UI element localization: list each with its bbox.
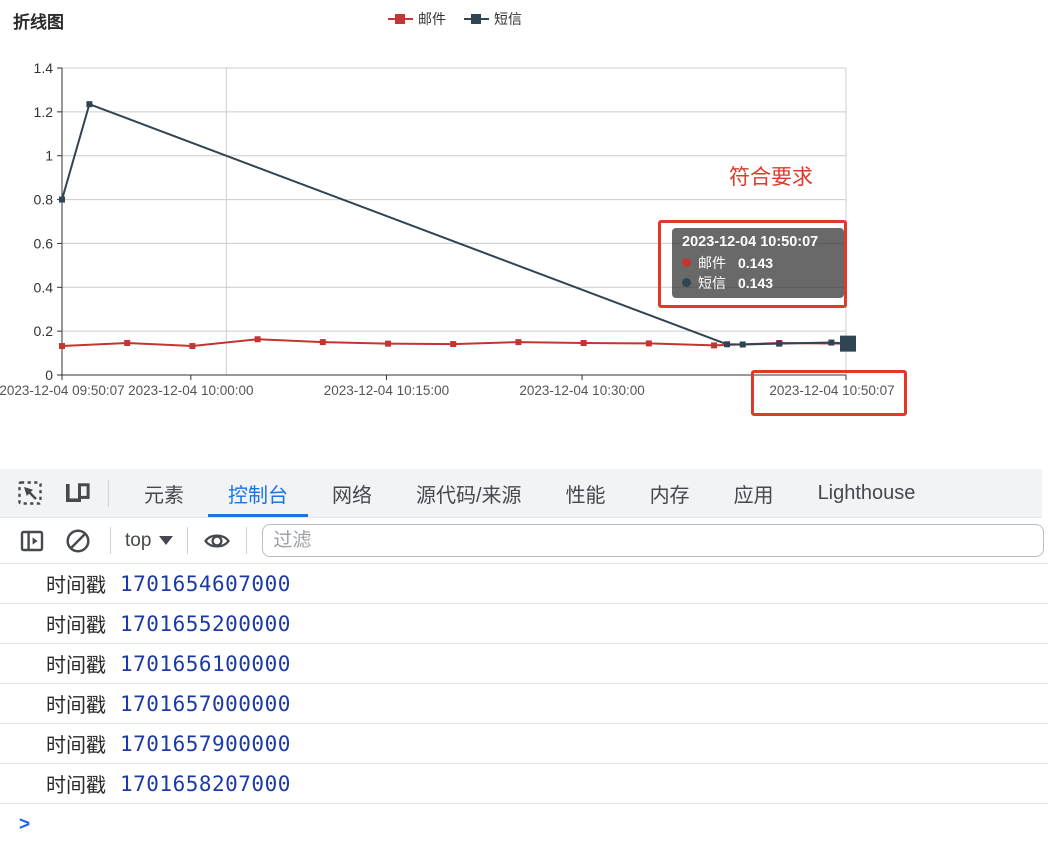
console-log-label: 时间戳 — [46, 693, 106, 717]
toolbar-separator — [246, 527, 248, 554]
line-chart-svg[interactable]: 00.20.40.60.811.21.42023-12-04 09:50:07 2… — [0, 0, 1048, 430]
console-sidebar-icon[interactable] — [18, 527, 46, 555]
toolbar-separator — [187, 527, 189, 554]
toolbar-separator — [108, 479, 109, 507]
devtools-tabs: 元素 控制台 网络 源代码/来源 性能 内存 应用 Lighthouse — [122, 469, 937, 517]
y-axis-label: 1 — [45, 148, 53, 164]
console-message-row: 时间戳 1701657000000 — [0, 684, 1048, 724]
console-log-label: 时间戳 — [46, 733, 106, 757]
data-point-短信 — [739, 341, 746, 348]
console-message-row: 时间戳 1701654607000 — [0, 564, 1048, 604]
data-point-邮件 — [711, 342, 718, 349]
data-point-邮件 — [450, 341, 457, 348]
tab-performance[interactable]: 性能 — [544, 469, 628, 517]
console-log-timestamp-value: 1701655200000 — [120, 611, 291, 636]
filter-input[interactable] — [262, 524, 1044, 557]
console-message-row: 时间戳 1701656100000 — [0, 644, 1048, 684]
context-dropdown[interactable]: top — [125, 530, 151, 552]
highlight-box-xlabel — [751, 370, 907, 416]
data-point-邮件 — [319, 339, 326, 346]
console-log-timestamp-value: 1701657000000 — [120, 691, 291, 716]
highlight-box-tooltip — [658, 220, 847, 308]
data-point-邮件 — [645, 340, 652, 347]
data-point-短信 — [59, 196, 65, 203]
data-point-短信 — [828, 339, 835, 346]
data-point-邮件 — [254, 336, 261, 343]
console-log-label: 时间戳 — [46, 653, 106, 677]
data-point-短信 — [776, 340, 783, 347]
console-message-row: 时间戳 1701655200000 — [0, 604, 1048, 644]
x-axis-label: 2023-12-04 10:00:00 — [128, 383, 253, 398]
devtools-tabbar: 元素 控制台 网络 源代码/来源 性能 内存 应用 Lighthouse — [0, 469, 1042, 518]
device-toolbar-icon[interactable] — [62, 480, 92, 507]
chevron-down-icon[interactable] — [159, 536, 174, 545]
tab-application[interactable]: 应用 — [712, 469, 796, 517]
console-log-label: 时间戳 — [46, 773, 106, 797]
console-message-row: 时间戳 1701658207000 — [0, 764, 1048, 804]
data-point-邮件 — [580, 339, 587, 346]
console-messages: 时间戳 1701654607000 时间戳 1701655200000 时间戳 17016… — [0, 564, 1048, 804]
tab-network[interactable]: 网络 — [310, 469, 394, 517]
y-axis-label: 1.2 — [34, 104, 54, 120]
console-prompt-chevron-icon[interactable]: > — [19, 814, 1048, 836]
x-axis-label: 2023-12-04 10:15:00 — [324, 383, 449, 398]
console-toolbar: top — [0, 518, 1048, 564]
console-message-row: 时间戳 1701657900000 — [0, 724, 1048, 764]
tab-elements[interactable]: 元素 — [122, 469, 206, 517]
y-axis-label: 0.4 — [34, 279, 54, 295]
console-log-label: 时间戳 — [46, 613, 106, 637]
y-axis-label: 1.4 — [34, 60, 54, 76]
console-log-timestamp-value: 1701654607000 — [120, 571, 291, 596]
emphasis-point-短信 — [840, 335, 856, 352]
console-log-label: 时间戳 — [46, 573, 106, 597]
inspect-icon[interactable] — [16, 479, 44, 507]
annotation-text: 符合要求 — [729, 166, 813, 189]
data-point-短信 — [724, 341, 731, 348]
data-point-短信 — [86, 101, 93, 108]
tab-memory[interactable]: 内存 — [628, 469, 712, 517]
console-log-timestamp-value: 1701656100000 — [120, 651, 291, 676]
data-point-邮件 — [59, 343, 65, 350]
tab-sources[interactable]: 源代码/来源 — [394, 469, 544, 517]
x-axis-label: 2023-12-04 10:30:00 — [519, 383, 644, 398]
data-point-邮件 — [385, 340, 392, 347]
y-axis-label: 0.6 — [34, 235, 54, 251]
tab-lighthouse[interactable]: Lighthouse — [796, 469, 938, 517]
y-axis-label: 0.2 — [34, 323, 54, 339]
toolbar-separator — [110, 527, 111, 554]
console-log-timestamp-value: 1701658207000 — [120, 771, 291, 796]
console-log-timestamp-value: 1701657900000 — [120, 731, 291, 756]
data-point-邮件 — [189, 343, 196, 350]
data-point-邮件 — [515, 339, 522, 346]
y-axis-label: 0 — [45, 367, 53, 383]
clear-console-icon[interactable] — [64, 527, 92, 555]
devtools-panel: 元素 控制台 网络 源代码/来源 性能 内存 应用 Lighthouse top — [0, 469, 1048, 855]
tab-console[interactable]: 控制台 — [206, 469, 310, 517]
y-axis-label: 0.8 — [34, 192, 54, 208]
x-axis-label: 2023-12-04 09:50:07 — [0, 383, 125, 398]
live-expression-eye-icon[interactable] — [202, 527, 232, 555]
data-point-邮件 — [124, 339, 131, 346]
